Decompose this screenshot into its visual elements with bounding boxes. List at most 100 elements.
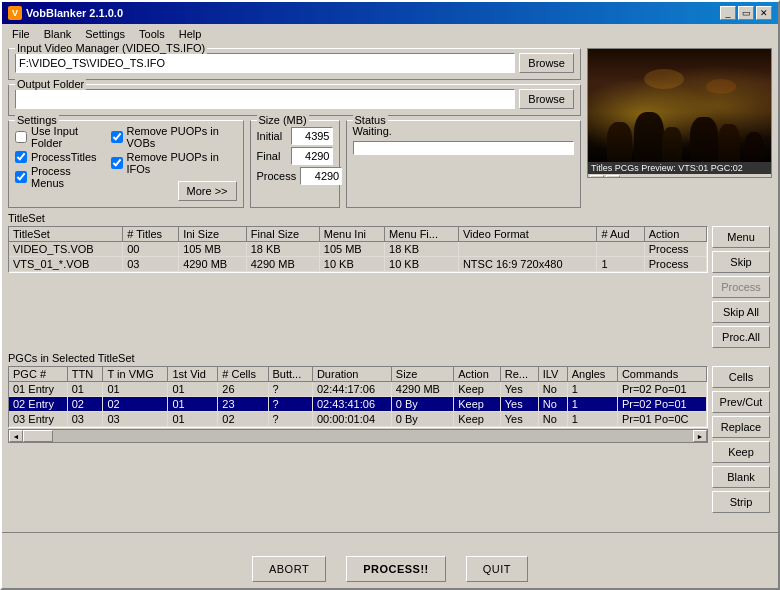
- use-input-folder-checkbox[interactable]: [15, 131, 27, 143]
- input-video-field[interactable]: [15, 53, 515, 73]
- status-text: Waiting.: [353, 125, 575, 137]
- scene-gradient: [588, 112, 772, 162]
- pgc-cell: No: [538, 382, 567, 397]
- scroll-left-button[interactable]: ◄: [9, 430, 23, 442]
- pgcs-blank-button[interactable]: Blank: [712, 466, 770, 488]
- restore-button[interactable]: ▭: [738, 6, 754, 20]
- pgc-cell: 0 By: [391, 412, 453, 427]
- output-folder-group: Output Folder Browse: [8, 84, 581, 116]
- titleset-cell: 105 MB: [179, 242, 247, 257]
- pgcs-table-wrapper: PGC # TTN T in VMG 1st Vid # Cells Butt.…: [8, 366, 708, 513]
- window-title: VobBlanker 2.1.0.0: [26, 7, 123, 19]
- titleset-cell: 1: [597, 257, 644, 272]
- remove-puops-vobs-checkbox[interactable]: [111, 131, 123, 143]
- process-value[interactable]: [300, 167, 342, 185]
- pgc-cell: Yes: [500, 412, 538, 427]
- titleset-header: TitleSet: [8, 212, 772, 224]
- abort-button[interactable]: ABORT: [252, 556, 326, 582]
- pgc-cell: 23: [218, 397, 268, 412]
- titleset-proc-all-button[interactable]: Proc.All: [712, 326, 770, 348]
- pgc-col-size: Size: [391, 367, 453, 382]
- scrollbar-track[interactable]: [23, 430, 693, 442]
- size-label: Size (MB): [257, 114, 309, 126]
- title-bar-buttons: _ ▭ ✕: [720, 6, 772, 20]
- titleset-menu-button[interactable]: Menu: [712, 226, 770, 248]
- process-menus-checkbox[interactable]: [15, 171, 27, 183]
- quit-button[interactable]: QUIT: [466, 556, 528, 582]
- pgc-cell: 02: [67, 397, 103, 412]
- scrollbar-thumb[interactable]: [23, 430, 53, 442]
- titleset-cell: 10 KB: [385, 257, 459, 272]
- scroll-right-button[interactable]: ►: [693, 430, 707, 442]
- pgc-cell: Yes: [500, 397, 538, 412]
- app-icon: V: [8, 6, 22, 20]
- titleset-skip-all-button[interactable]: Skip All: [712, 301, 770, 323]
- pgc-cell: 00:00:01:04: [312, 412, 391, 427]
- top-section: Input Video Manager (VIDEO_TS.IFO) Brows…: [8, 48, 772, 208]
- title-bar: V VobBlanker 2.1.0.0 _ ▭ ✕: [2, 2, 778, 24]
- menu-tools[interactable]: Tools: [133, 26, 171, 42]
- pgc-row[interactable]: 01 Entry01010126?02:44:17:064290 MBKeepY…: [9, 382, 707, 397]
- status-group: Status Waiting.: [346, 120, 582, 208]
- pgc-cell: Yes: [500, 382, 538, 397]
- menu-settings[interactable]: Settings: [79, 26, 131, 42]
- close-button[interactable]: ✕: [756, 6, 772, 20]
- status-strip: [2, 532, 778, 550]
- input-video-label: Input Video Manager (VIDEO_TS.IFO): [15, 44, 207, 54]
- process-menus-label: Process Menus: [31, 165, 103, 189]
- settings-col-left: Use Input Folder ProcessTitles Process M…: [15, 125, 103, 201]
- titleset-row[interactable]: VIDEO_TS.VOB00105 MB18 KB105 MB18 KBProc…: [9, 242, 707, 257]
- output-browse-button[interactable]: Browse: [519, 89, 574, 109]
- pgc-col-ilv: ILV: [538, 367, 567, 382]
- pgc-cell: 02: [103, 397, 168, 412]
- col-aud: # Aud: [597, 227, 644, 242]
- pgc-cell: Pr=02 Po=01: [617, 382, 706, 397]
- process-button[interactable]: PROCESS!!: [346, 556, 446, 582]
- pgc-cell: 02:43:41:06: [312, 397, 391, 412]
- final-label: Final: [257, 150, 287, 162]
- pgcs-keep-button[interactable]: Keep: [712, 441, 770, 463]
- col-ini-size: Ini Size: [179, 227, 247, 242]
- preview-image: [588, 49, 772, 162]
- pgc-cell: 02 Entry: [9, 397, 67, 412]
- pgcs-header-row: PGC # TTN T in VMG 1st Vid # Cells Butt.…: [9, 367, 707, 382]
- pgcs-prev-cut-button[interactable]: Prev/Cut: [712, 391, 770, 413]
- minimize-button[interactable]: _: [720, 6, 736, 20]
- pgc-row[interactable]: 02 Entry02020123?02:43:41:060 ByKeepYesN…: [9, 397, 707, 412]
- process-size-row: Process: [257, 167, 333, 185]
- preview-slider[interactable]: [622, 177, 769, 178]
- menu-blank[interactable]: Blank: [38, 26, 78, 42]
- preview-play-button[interactable]: ▶: [590, 175, 604, 178]
- pgcs-strip-button[interactable]: Strip: [712, 491, 770, 513]
- process-titles-checkbox[interactable]: [15, 151, 27, 163]
- pgcs-scrollbar[interactable]: ◄ ►: [8, 429, 708, 443]
- titleset-skip-button[interactable]: Skip: [712, 251, 770, 273]
- left-panel: Input Video Manager (VIDEO_TS.IFO) Brows…: [8, 48, 581, 208]
- preview-stop-button[interactable]: ■: [606, 175, 620, 178]
- initial-value[interactable]: [291, 127, 333, 145]
- status-bar: [353, 141, 575, 155]
- pgc-row[interactable]: 03 Entry03030102?00:00:01:040 ByKeepYesN…: [9, 412, 707, 427]
- pgc-cell: 03: [103, 412, 168, 427]
- output-folder-field[interactable]: [15, 89, 515, 109]
- col-menu-ini: Menu Ini: [319, 227, 384, 242]
- titleset-process-button[interactable]: Process: [712, 276, 770, 298]
- more-button[interactable]: More >>: [178, 181, 237, 201]
- pgc-cell: 1: [567, 412, 617, 427]
- menu-help[interactable]: Help: [173, 26, 208, 42]
- settings-content: Use Input Folder ProcessTitles Process M…: [15, 125, 237, 201]
- pgc-cell: ?: [268, 397, 312, 412]
- pgcs-replace-button[interactable]: Replace: [712, 416, 770, 438]
- pgc-cell: 01: [67, 382, 103, 397]
- titleset-thead: TitleSet # Titles Ini Size Final Size Me…: [9, 227, 707, 242]
- remove-puops-ifos-checkbox[interactable]: [111, 157, 123, 169]
- titleset-row[interactable]: VTS_01_*.VOB034290 MB4290 MB10 KB10 KBNT…: [9, 257, 707, 272]
- pgc-cell: 01: [168, 412, 218, 427]
- remove-puops-vobs-label: Remove PUOPs in VOBs: [127, 125, 237, 149]
- input-browse-button[interactable]: Browse: [519, 53, 574, 73]
- final-value[interactable]: [291, 147, 333, 165]
- menu-file[interactable]: File: [6, 26, 36, 42]
- pgcs-cells-button[interactable]: Cells: [712, 366, 770, 388]
- col-final-size: Final Size: [246, 227, 319, 242]
- pgcs-table-container: PGC # TTN T in VMG 1st Vid # Cells Butt.…: [8, 366, 708, 428]
